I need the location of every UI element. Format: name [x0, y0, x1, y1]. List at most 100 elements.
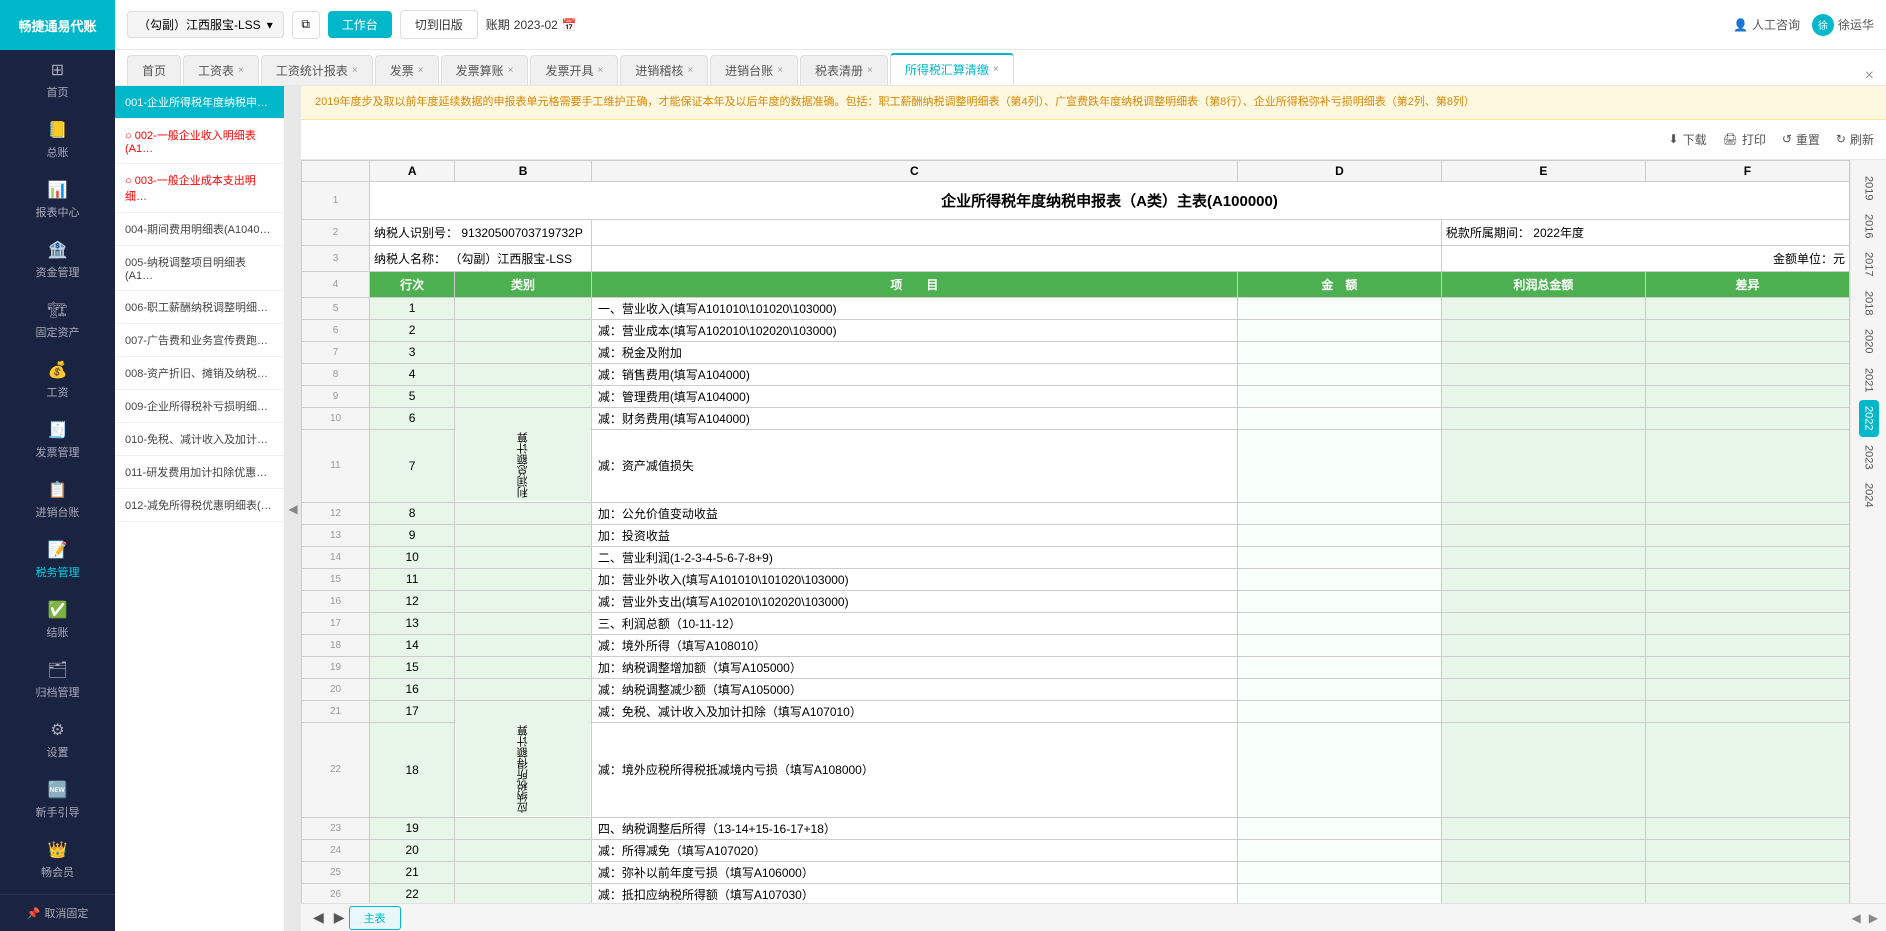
year-nav-2018[interactable]: 2018: [1859, 285, 1879, 321]
print-button[interactable]: 🖨 打印: [1723, 131, 1766, 148]
pin-icon: 📌: [27, 907, 41, 920]
table-row: 5 1 一、营业收入(填写A101010\101020\103000): [302, 297, 1850, 319]
spreadsheet-container[interactable]: A B C D E F 1 企业所得税年度纳税申报表（A类）主表(A100000…: [301, 160, 1850, 904]
tab-invoice[interactable]: 发票 ×: [375, 55, 439, 85]
sidebar-unpin-button[interactable]: 📌 取消固定: [0, 894, 115, 931]
sheet-next-button[interactable]: ▶: [330, 907, 349, 928]
sidebar-item-archive[interactable]: 🗂 归档管理: [0, 650, 115, 710]
support-button[interactable]: 👤 人工咨询: [1733, 16, 1800, 33]
table-row: 9 5 减：管理费用(填写A104000): [302, 385, 1850, 407]
reset-button[interactable]: ↺ 重置: [1782, 131, 1820, 148]
form-list-item-004[interactable]: 004-期间费用明细表(A1040…: [115, 213, 284, 246]
col-header-quane: 金 额: [1237, 271, 1441, 297]
amount-1[interactable]: [1237, 297, 1441, 319]
tab-invoice-calc-close[interactable]: ×: [508, 65, 514, 76]
tab-invoice-close[interactable]: ×: [418, 65, 424, 76]
tab-inout-ledger-close[interactable]: ×: [777, 65, 783, 76]
archive-icon: 🗂: [47, 660, 67, 680]
form-list-item-008[interactable]: 008-资产折旧、摊销及纳税…: [115, 357, 284, 390]
company-selector[interactable]: （勾副）江西服宝-LSS ▾: [127, 11, 284, 38]
refresh-button[interactable]: ↻ 刷新: [1836, 131, 1874, 148]
sidebar-item-home[interactable]: ⊞ 首页: [0, 50, 115, 110]
tab-home[interactable]: 首页: [127, 55, 181, 85]
sidebar-item-tax[interactable]: 📝 税务管理: [0, 530, 115, 590]
user-menu[interactable]: 徐 徐运华: [1812, 14, 1874, 36]
year-nav-2019[interactable]: 2019: [1859, 170, 1879, 206]
tab-inout-ledger[interactable]: 进销台账 ×: [710, 55, 798, 85]
close-all-button[interactable]: ×: [1865, 67, 1874, 85]
tab-invoice-open[interactable]: 发票开具 ×: [530, 55, 618, 85]
form-list-item-010[interactable]: 010-免税、减计收入及加计…: [115, 423, 284, 456]
scroll-right-button[interactable]: ▶: [1869, 911, 1878, 925]
form-list-item-005[interactable]: 005-纳税调整项目明细表(A1…: [115, 246, 284, 291]
col-header-leibie: 类别: [455, 271, 592, 297]
scroll-left-button[interactable]: ◀: [1852, 911, 1861, 925]
year-nav-2024[interactable]: 2024: [1859, 477, 1879, 513]
sidebar-item-assets[interactable]: 🏦 资金管理: [0, 230, 115, 290]
sheet-tab-main[interactable]: 主表: [349, 906, 401, 930]
copy-icon-button[interactable]: ⧉: [292, 11, 320, 39]
user-avatar: 徐: [1812, 14, 1834, 36]
profit-1[interactable]: [1441, 297, 1645, 319]
download-button[interactable]: ⬇ 下载: [1669, 131, 1707, 148]
form-list-item-012[interactable]: 012-减免所得税优惠明细表(…: [115, 489, 284, 522]
year-nav-2020[interactable]: 2020: [1859, 323, 1879, 359]
form-list-item-006[interactable]: 006-职工薪酬纳税调整明细…: [115, 291, 284, 324]
form-list-collapse[interactable]: ◀: [285, 86, 301, 931]
sidebar-item-inout[interactable]: 📋 进销台账: [0, 470, 115, 530]
form-list-item-003[interactable]: ○ 003-一般企业成本支出明细…: [115, 164, 284, 213]
seq-2: 2: [370, 319, 455, 341]
table-row: 10 6 减：财务费用(填写A104000): [302, 407, 1850, 429]
year-nav-2017[interactable]: 2017: [1859, 246, 1879, 282]
settings-icon: ⚙: [50, 720, 64, 740]
sidebar-item-fixed[interactable]: 🏗 固定资产: [0, 290, 115, 350]
tab-tax-clear-close[interactable]: ×: [867, 65, 873, 76]
year-nav-2023[interactable]: 2023: [1859, 439, 1879, 475]
year-nav-2021[interactable]: 2021: [1859, 362, 1879, 398]
form-list-item-009[interactable]: 009-企业所得税补亏损明细…: [115, 390, 284, 423]
amount-2[interactable]: [1237, 319, 1441, 341]
sidebar-item-settings[interactable]: ⚙ 设置: [0, 710, 115, 770]
sidebar-item-reports[interactable]: 📊 报表中心: [0, 170, 115, 230]
tab-payroll-close[interactable]: ×: [238, 65, 244, 76]
switch-old-button[interactable]: 切到旧版: [400, 10, 478, 39]
year-nav-2016[interactable]: 2016: [1859, 208, 1879, 244]
form-list-item-007[interactable]: 007-广告费和业务宣传费跑…: [115, 324, 284, 357]
tab-inout-check[interactable]: 进销稽核 ×: [620, 55, 708, 85]
profit-2[interactable]: [1441, 319, 1645, 341]
sidebar-item-settle[interactable]: ✅ 结账: [0, 590, 115, 650]
table-row: 21 17 减：免税、减计收入及加计扣除（填写A107010）: [302, 700, 1850, 722]
col-f-header: F: [1645, 160, 1849, 181]
sidebar-item-payroll[interactable]: 💰 工资: [0, 350, 115, 410]
tab-payroll-report[interactable]: 工资统计报表 ×: [261, 55, 373, 85]
tab-income-tax-close[interactable]: ×: [993, 64, 999, 75]
topbar-right: 👤 人工咨询 徐 徐运华: [1733, 14, 1874, 36]
tab-payroll[interactable]: 工资表 ×: [183, 55, 259, 85]
year-nav-2022[interactable]: 2022: [1859, 400, 1879, 436]
fixed-icon: 🏗: [47, 300, 67, 320]
tab-invoice-calc[interactable]: 发票算账 ×: [441, 55, 529, 85]
sidebar-item-guide[interactable]: 🆕 新手引导: [0, 770, 115, 830]
form-list-item-011[interactable]: 011-研发费用加计扣除优惠…: [115, 456, 284, 489]
tab-payroll-report-label: 工资统计报表: [276, 62, 348, 79]
tab-tax-clear[interactable]: 税表清册 ×: [800, 55, 888, 85]
col-header-diff: 差异: [1645, 271, 1849, 297]
form-list-item-002[interactable]: ○ 002-一般企业收入明细表(A1…: [115, 119, 284, 164]
workbench-button[interactable]: 工作台: [328, 11, 392, 38]
empty-cell-2: [591, 245, 1441, 271]
tab-payroll-report-close[interactable]: ×: [352, 65, 358, 76]
refresh-icon: ↻: [1836, 132, 1846, 146]
sidebar-item-member[interactable]: 👑 畅会员: [0, 830, 115, 890]
sidebar: 畅捷通易代账 ⊞ 首页 📒 总账 📊 报表中心 🏦 资金管理 🏗 固定资产 💰 …: [0, 0, 115, 931]
sidebar-item-ledger[interactable]: 📒 总账: [0, 110, 115, 170]
table-row: 2 纳税人识别号： 91320500703719732P 税款所属期间： 202…: [302, 219, 1850, 245]
period-label: 账期: [486, 16, 510, 33]
download-icon: ⬇: [1669, 132, 1679, 146]
corner-cell: [302, 160, 370, 181]
sheet-prev-button[interactable]: ◀: [309, 907, 328, 928]
tab-income-tax[interactable]: 所得税汇算清缴 ×: [890, 53, 1014, 85]
form-list-item-001[interactable]: 001-企业所得税年度纳税申…: [115, 86, 284, 119]
sidebar-item-invoice-mgmt[interactable]: 🧾 发票管理: [0, 410, 115, 470]
tab-invoice-open-close[interactable]: ×: [597, 65, 603, 76]
tab-inout-check-close[interactable]: ×: [687, 65, 693, 76]
